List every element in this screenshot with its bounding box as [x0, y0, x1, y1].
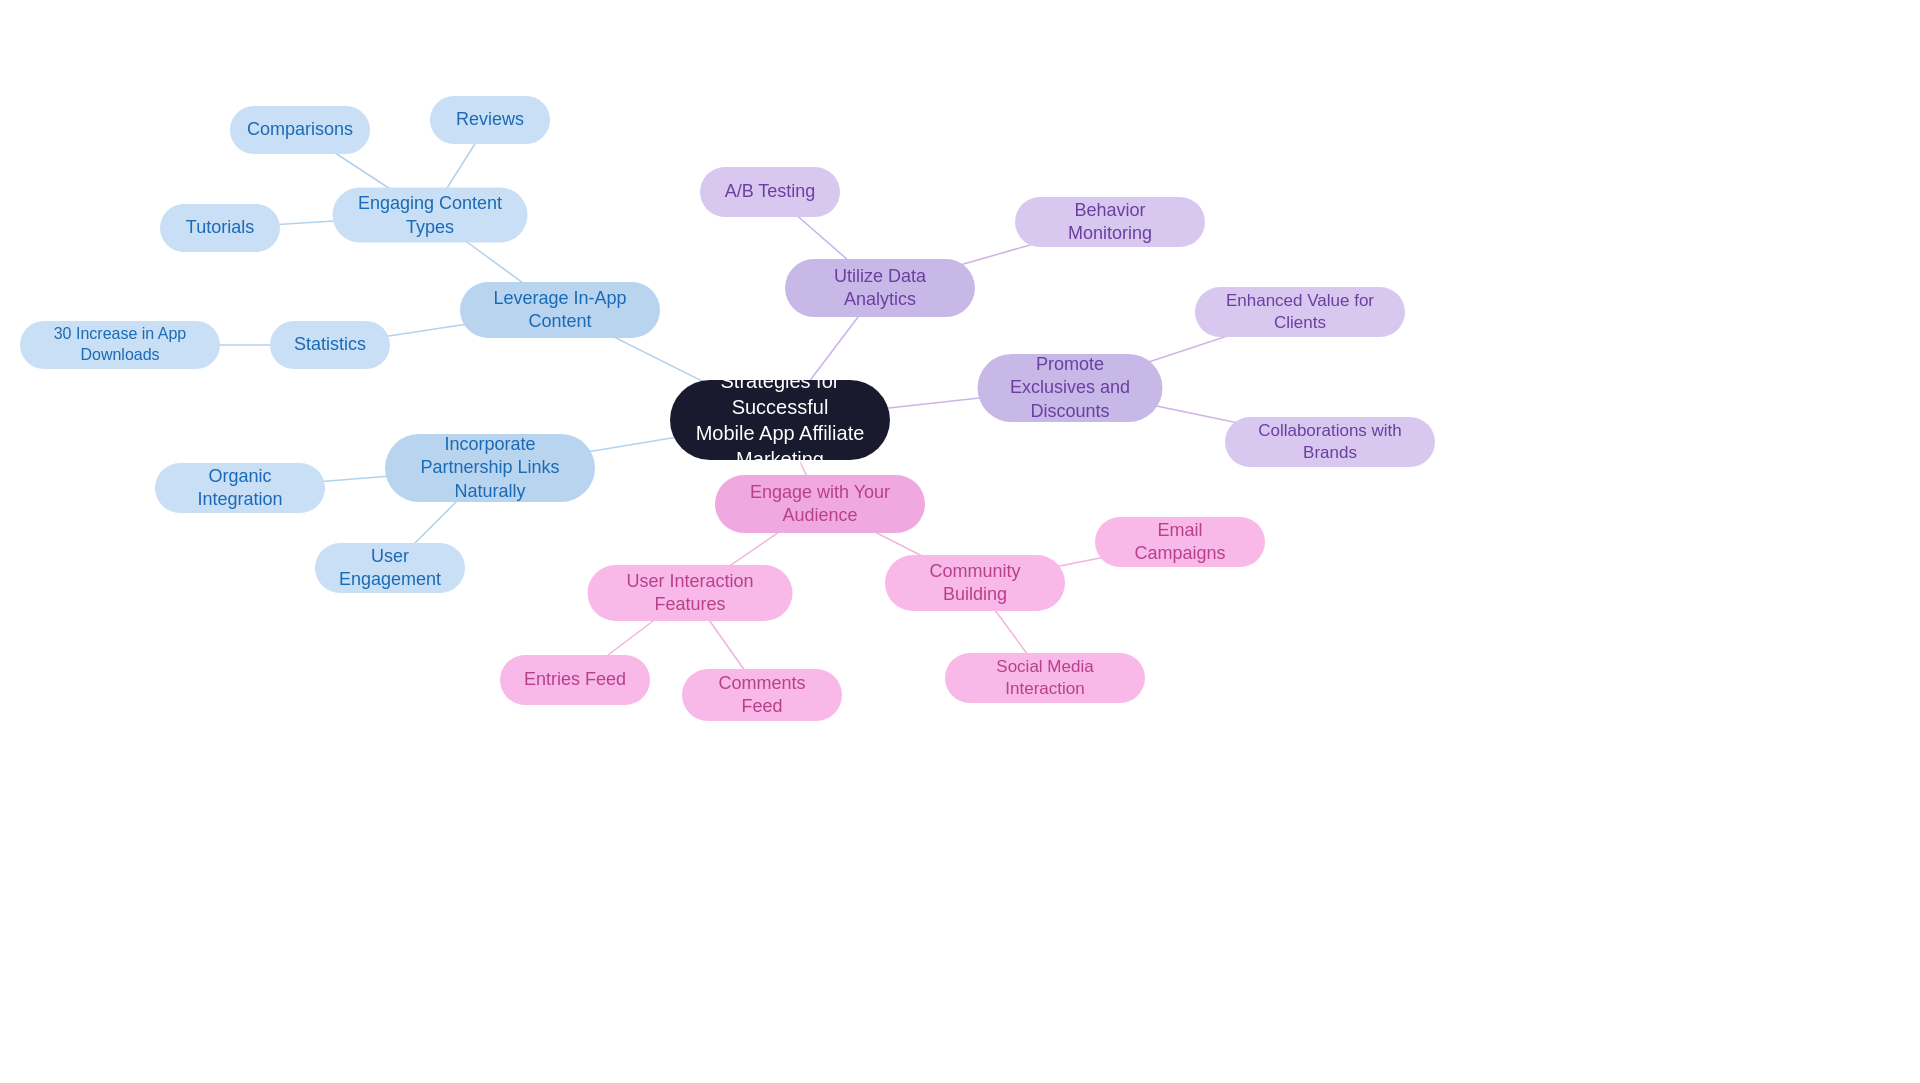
entries-feed-node: Entries Feed — [500, 655, 650, 705]
enhanced-value-label: Enhanced Value for Clients — [1215, 290, 1385, 334]
email-campaigns-node: Email Campaigns — [1095, 517, 1265, 567]
community-building-label: Community Building — [905, 560, 1045, 607]
organic-integration-label: Organic Integration — [175, 465, 305, 512]
incorporate-links-node: Incorporate Partnership Links Naturally — [385, 434, 595, 502]
leverage-inapp-label: Leverage In-App Content — [480, 287, 640, 334]
statistics-node: Statistics — [270, 321, 390, 369]
leverage-inapp-node: Leverage In-App Content — [460, 282, 660, 338]
center-node: Strategies for Successful Mobile App Aff… — [670, 380, 890, 460]
promote-exclusives-node: Promote Exclusives and Discounts — [978, 354, 1163, 422]
collaborations-node: Collaborations with Brands — [1225, 417, 1435, 467]
engaging-content-label: Engaging Content Types — [353, 192, 508, 239]
engage-audience-label: Engage with Your Audience — [735, 481, 905, 528]
statistics-label: Statistics — [294, 333, 366, 356]
organic-integration-node: Organic Integration — [155, 463, 325, 513]
social-media-node: Social Media Interaction — [945, 653, 1145, 703]
downloads-node: 30 Increase in App Downloads — [20, 321, 220, 369]
promote-exclusives-label: Promote Exclusives and Discounts — [998, 353, 1143, 423]
utilize-data-node: Utilize Data Analytics — [785, 259, 975, 317]
comments-feed-label: Comments Feed — [702, 672, 822, 719]
entries-feed-label: Entries Feed — [524, 668, 626, 691]
engage-audience-node: Engage with Your Audience — [715, 475, 925, 533]
center-label: Strategies for Successful Mobile App Aff… — [690, 368, 870, 472]
email-campaigns-label: Email Campaigns — [1115, 519, 1245, 566]
downloads-label: 30 Increase in App Downloads — [40, 324, 200, 366]
comparisons-label: Comparisons — [247, 118, 353, 141]
tutorials-node: Tutorials — [160, 204, 280, 252]
behavior-monitoring-node: Behavior Monitoring — [1015, 197, 1205, 247]
enhanced-value-node: Enhanced Value for Clients — [1195, 287, 1405, 337]
behavior-monitoring-label: Behavior Monitoring — [1035, 199, 1185, 246]
user-interaction-label: User Interaction Features — [608, 570, 773, 617]
user-interaction-node: User Interaction Features — [588, 565, 793, 621]
collaborations-label: Collaborations with Brands — [1245, 420, 1415, 464]
ab-testing-label: A/B Testing — [725, 180, 816, 203]
incorporate-links-label: Incorporate Partnership Links Naturally — [405, 433, 575, 503]
social-media-label: Social Media Interaction — [965, 656, 1125, 700]
utilize-data-label: Utilize Data Analytics — [805, 265, 955, 312]
user-engagement-label: User Engagement — [335, 545, 445, 592]
reviews-node: Reviews — [430, 96, 550, 144]
comparisons-node: Comparisons — [230, 106, 370, 154]
user-engagement-node: User Engagement — [315, 543, 465, 593]
comments-feed-node: Comments Feed — [682, 669, 842, 721]
reviews-label: Reviews — [456, 108, 524, 131]
tutorials-label: Tutorials — [186, 216, 254, 239]
engaging-content-node: Engaging Content Types — [333, 188, 528, 243]
community-building-node: Community Building — [885, 555, 1065, 611]
ab-testing-node: A/B Testing — [700, 167, 840, 217]
